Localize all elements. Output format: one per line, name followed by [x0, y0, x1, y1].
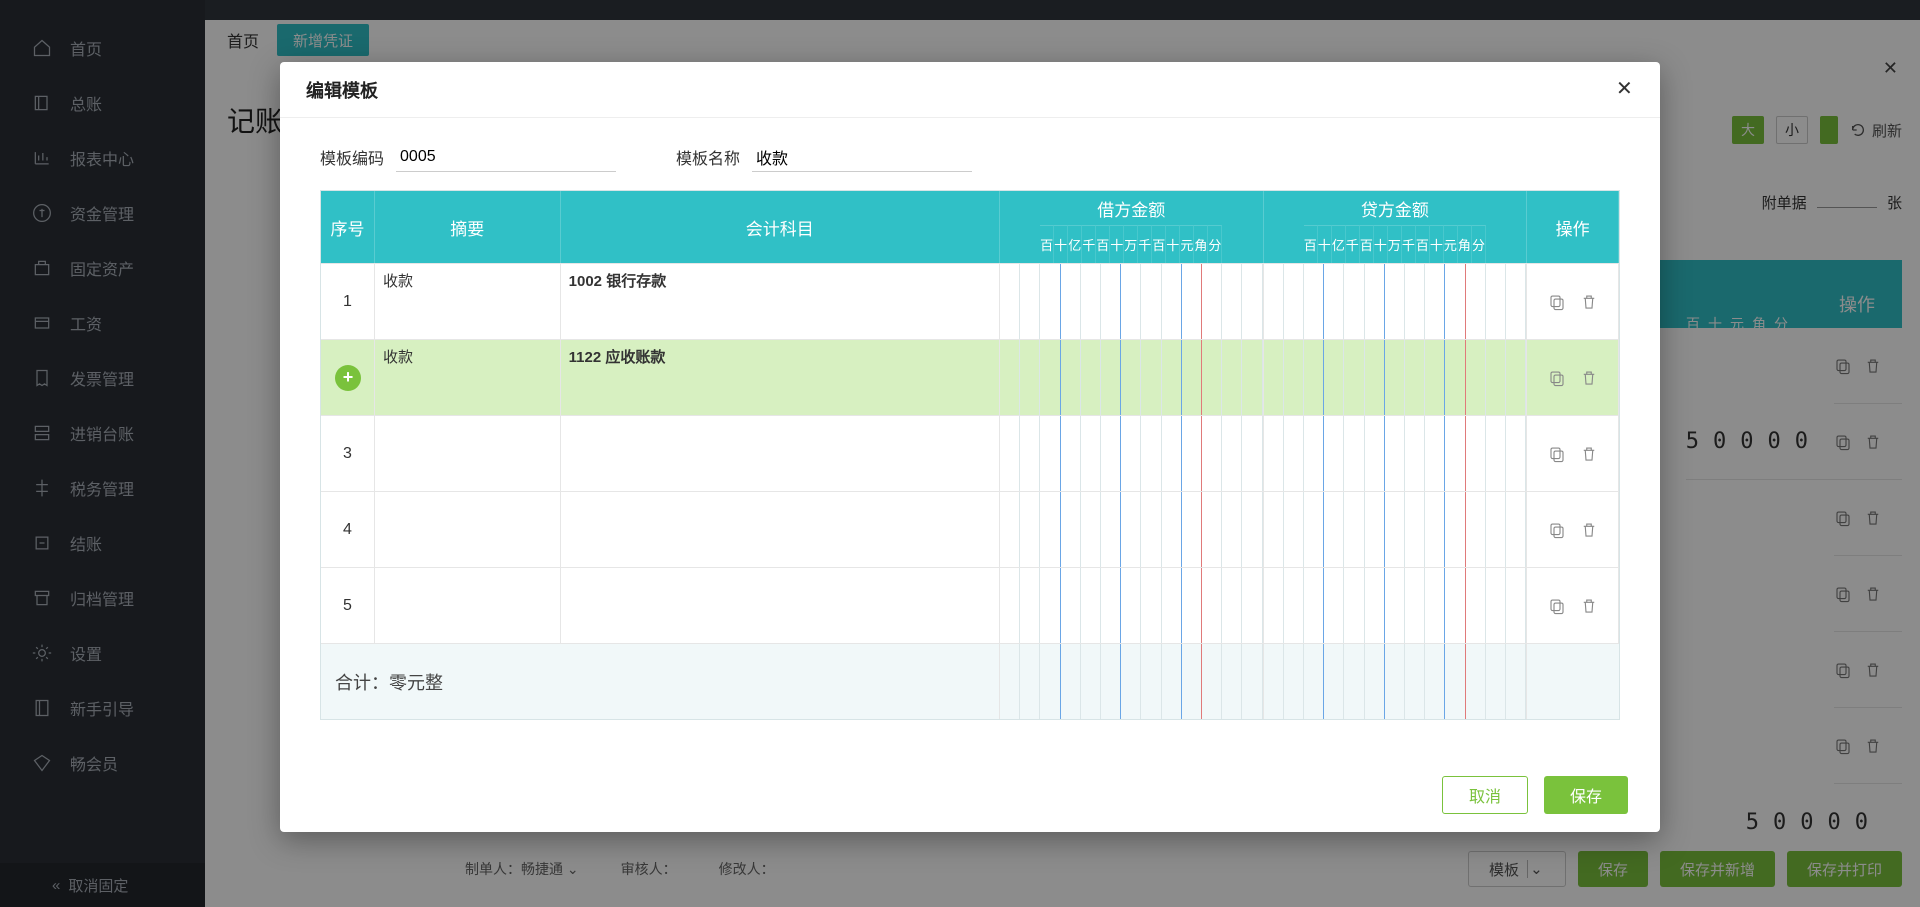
table-row[interactable]: + 收款1122 应收账款	[321, 339, 1619, 415]
copy-icon[interactable]	[1548, 369, 1566, 387]
template-code-label: 模板编码	[320, 145, 384, 169]
table-row[interactable]: 1收款1002 银行存款	[321, 263, 1619, 339]
cell-summary[interactable]	[375, 568, 561, 643]
template-name-input[interactable]	[752, 142, 972, 172]
delete-icon[interactable]	[1580, 445, 1598, 463]
cell-ops	[1527, 264, 1619, 339]
template-code-input[interactable]	[396, 142, 616, 172]
cell-debit[interactable]	[1000, 492, 1264, 567]
cell-debit[interactable]	[1000, 416, 1264, 491]
cell-debit[interactable]	[1000, 568, 1264, 643]
table-row[interactable]: 5	[321, 567, 1619, 643]
cell-credit[interactable]	[1264, 492, 1528, 567]
modal-close-icon[interactable]: ✕	[1616, 81, 1634, 99]
cell-subject[interactable]: 1122 应收账款	[561, 340, 1000, 415]
cell-ops	[1527, 492, 1619, 567]
delete-icon[interactable]	[1580, 369, 1598, 387]
add-row-button[interactable]: +	[335, 365, 361, 391]
table-row[interactable]: 3	[321, 415, 1619, 491]
cell-seq: 1	[321, 264, 375, 339]
cell-summary[interactable]	[375, 416, 561, 491]
copy-icon[interactable]	[1548, 521, 1566, 539]
template-name-label: 模板名称	[676, 145, 740, 169]
save-button[interactable]: 保存	[1544, 776, 1628, 814]
cell-debit[interactable]	[1000, 340, 1264, 415]
cell-summary[interactable]: 收款	[375, 340, 561, 415]
cell-credit[interactable]	[1264, 340, 1528, 415]
cell-ops	[1527, 568, 1619, 643]
cell-summary[interactable]	[375, 492, 561, 567]
cell-summary[interactable]: 收款	[375, 264, 561, 339]
table-row[interactable]: 4	[321, 491, 1619, 567]
th-subject: 会计科目	[561, 191, 1000, 263]
cell-seq: 5	[321, 568, 375, 643]
edit-template-modal: 编辑模板 ✕ 模板编码 模板名称 序号 摘要 会计科目 借方金额 百十亿千百十万…	[280, 62, 1660, 832]
cell-seq: 4	[321, 492, 375, 567]
copy-icon[interactable]	[1548, 445, 1566, 463]
cell-credit[interactable]	[1264, 568, 1528, 643]
copy-icon[interactable]	[1548, 597, 1566, 615]
cell-credit[interactable]	[1264, 416, 1528, 491]
th-summary: 摘要	[375, 191, 561, 263]
th-debit: 借方金额 百十亿千百十万千百十元角分	[1000, 191, 1264, 263]
cancel-button[interactable]: 取消	[1442, 776, 1528, 814]
cell-ops	[1527, 340, 1619, 415]
template-table: 序号 摘要 会计科目 借方金额 百十亿千百十万千百十元角分 贷方金额 百十亿千百…	[320, 190, 1620, 720]
cell-subject[interactable]	[561, 416, 1000, 491]
modal-title: 编辑模板	[306, 77, 378, 103]
cell-credit[interactable]	[1264, 264, 1528, 339]
cell-ops	[1527, 416, 1619, 491]
cell-seq: 3	[321, 416, 375, 491]
cell-subject[interactable]: 1002 银行存款	[561, 264, 1000, 339]
cell-subject[interactable]	[561, 492, 1000, 567]
th-seq: 序号	[321, 191, 375, 263]
th-credit: 贷方金额 百十亿千百十万千百十元角分	[1264, 191, 1528, 263]
delete-icon[interactable]	[1580, 293, 1598, 311]
copy-icon[interactable]	[1548, 293, 1566, 311]
cell-subject[interactable]	[561, 568, 1000, 643]
delete-icon[interactable]	[1580, 521, 1598, 539]
delete-icon[interactable]	[1580, 597, 1598, 615]
total-label: 合计：零元整	[321, 644, 1000, 719]
cell-debit[interactable]	[1000, 264, 1264, 339]
th-op: 操作	[1527, 191, 1619, 263]
